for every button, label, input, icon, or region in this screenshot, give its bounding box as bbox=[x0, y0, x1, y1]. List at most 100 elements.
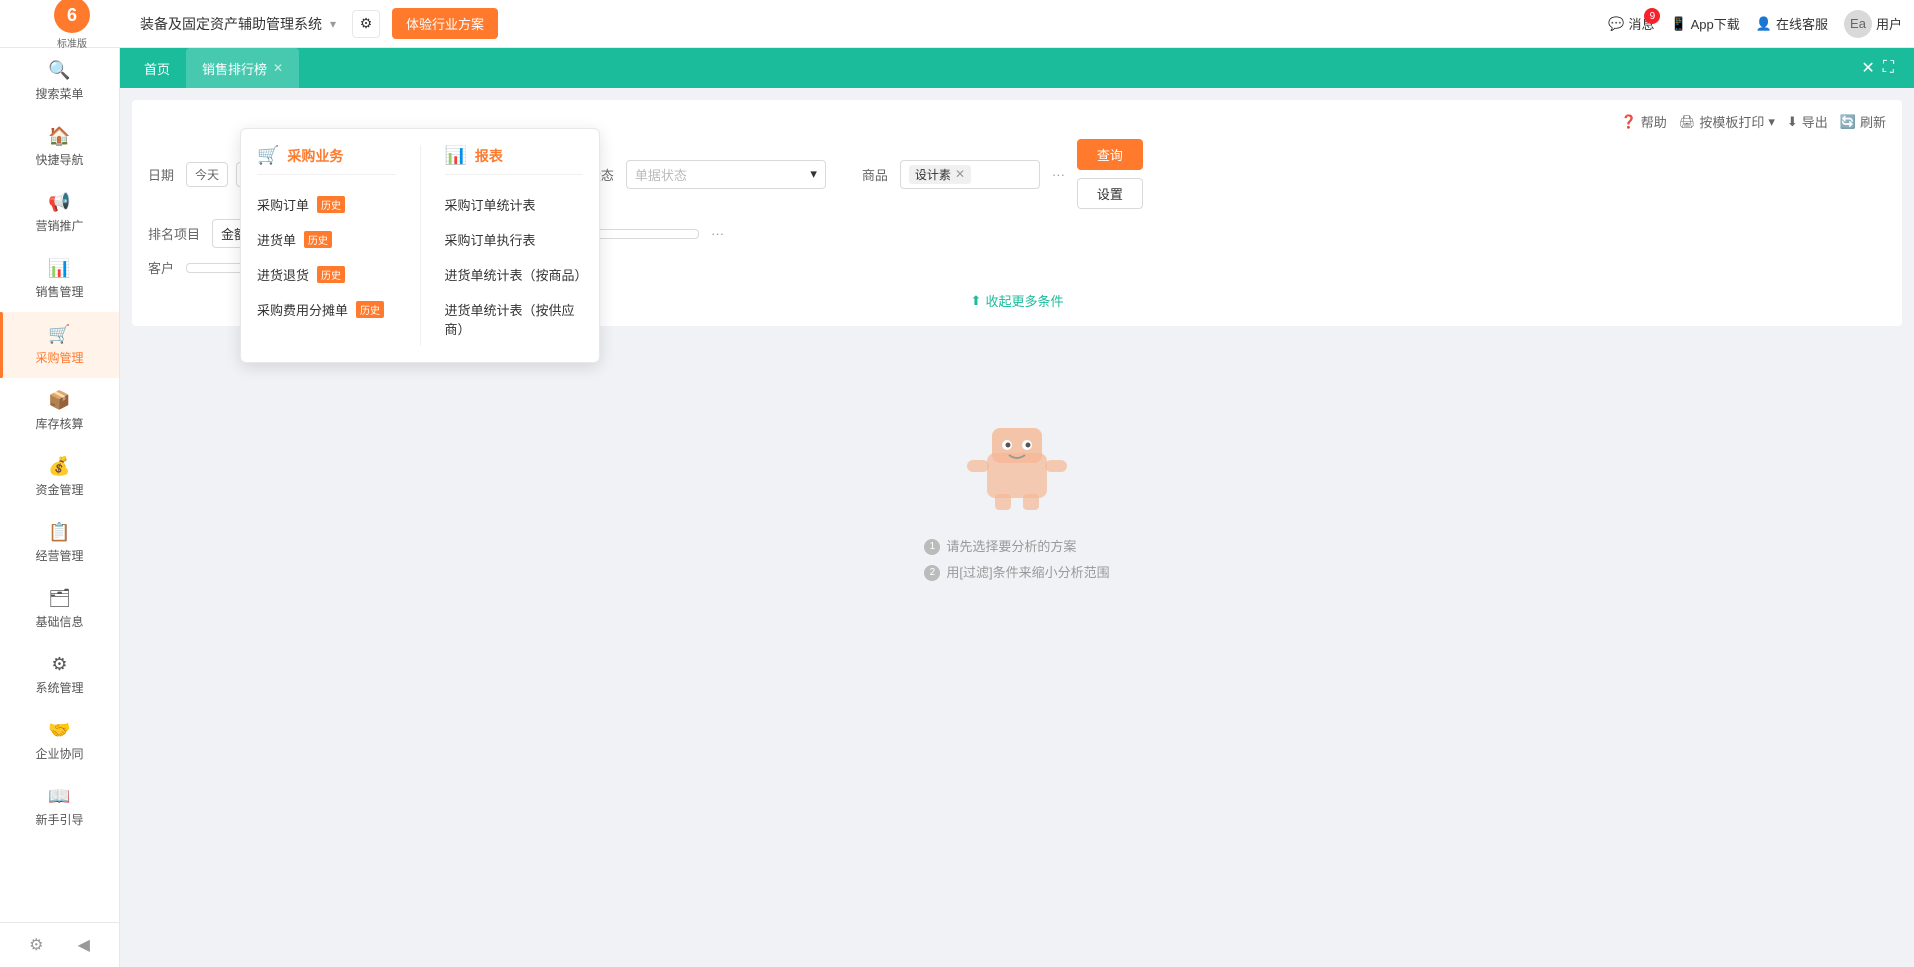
cooperation-icon: 🤝 bbox=[48, 720, 70, 741]
print-btn[interactable]: 🖨 按模板打印 ▾ bbox=[1679, 112, 1775, 131]
business-column-header: 🛒 采购业务 bbox=[257, 145, 396, 175]
industry-btn[interactable]: 体验行业方案 bbox=[392, 8, 498, 39]
product-tag: 设计素 ✕ bbox=[909, 165, 971, 184]
collapse-up-icon: ⬆ bbox=[971, 293, 982, 309]
menu-item-purchase-order[interactable]: 采购订单 历史 bbox=[257, 187, 396, 222]
menu-item-return[interactable]: 进货退货 历史 bbox=[257, 257, 396, 292]
return-label: 进货退货 bbox=[257, 265, 309, 284]
sidebar-item-sales[interactable]: 📊 销售管理 bbox=[0, 246, 119, 312]
sidebar-item-marketing[interactable]: 📢 营销推广 bbox=[0, 180, 119, 246]
settings-btn[interactable]: 设置 bbox=[1077, 178, 1143, 209]
return-badge: 历史 bbox=[317, 266, 345, 283]
sidebar-item-guide[interactable]: 📖 新手引导 bbox=[0, 774, 119, 840]
sidebar-item-label-finance: 资金管理 bbox=[35, 481, 83, 498]
tab-expand-btn[interactable]: ⛶ bbox=[1883, 59, 1894, 77]
sidebar-item-finance[interactable]: 💰 资金管理 bbox=[0, 444, 119, 510]
incoming-badge: 历史 bbox=[304, 231, 332, 248]
sidebar-item-label-system: 系统管理 bbox=[35, 679, 83, 696]
empty-illustration bbox=[957, 418, 1077, 518]
purchase-order-badge: 历史 bbox=[317, 196, 345, 213]
sidebar-item-basic-info[interactable]: 🗂 基础信息 bbox=[0, 576, 119, 642]
logo-area: 6 标准版 bbox=[12, 0, 132, 50]
business-column-icon: 🛒 bbox=[257, 145, 279, 166]
sidebar-item-cooperation[interactable]: 🤝 企业协同 bbox=[0, 708, 119, 774]
product-input[interactable]: 设计素 ✕ bbox=[900, 160, 1040, 189]
sidebar-item-inventory[interactable]: 📦 库存核算 bbox=[0, 378, 119, 444]
tab-close-btn[interactable]: ✕ bbox=[1861, 58, 1874, 78]
online-service-btn[interactable]: 👤 在线客服 bbox=[1756, 14, 1828, 33]
system-title-text: 装备及固定资产辅助管理系统 bbox=[140, 14, 322, 34]
messages-btn[interactable]: 💬 消息 9 bbox=[1608, 14, 1654, 33]
menu-item-incoming[interactable]: 进货单 历史 bbox=[257, 222, 396, 257]
system-icon: ⚙ bbox=[51, 654, 67, 675]
sidebar-collapse-btn[interactable]: ◀ bbox=[78, 935, 90, 955]
menu-item-incoming-by-product[interactable]: 进货单统计表（按商品） bbox=[445, 257, 584, 292]
app-download-btn[interactable]: 📱 App下载 bbox=[1670, 14, 1739, 33]
content-area: 首页 销售排行榜 ✕ ✕ ⛶ bbox=[120, 48, 1914, 967]
menu-item-order-stats[interactable]: 采购订单统计表 bbox=[445, 187, 584, 222]
finance-icon: 💰 bbox=[48, 456, 70, 477]
basic-info-icon: 🗂 bbox=[48, 588, 71, 609]
doc-status-input[interactable]: 单据状态 ▾ bbox=[626, 160, 826, 189]
collapse-label: 收起更多条件 bbox=[985, 291, 1063, 310]
product-more-dots[interactable]: ··· bbox=[1052, 167, 1065, 182]
system-title-area: 装备及固定资产辅助管理系统 ▾ ⚙ bbox=[140, 10, 380, 38]
sidebar-item-operations[interactable]: 📋 经营管理 bbox=[0, 510, 119, 576]
print-dropdown-icon: ▾ bbox=[1768, 114, 1775, 130]
menu-item-order-exec[interactable]: 采购订单执行表 bbox=[445, 222, 584, 257]
help-icon: ❓ bbox=[1621, 114, 1637, 130]
tab-close-icon[interactable]: ✕ bbox=[273, 61, 283, 75]
sidebar-item-label-inventory: 库存核算 bbox=[35, 415, 83, 432]
date-btn-today[interactable]: 今天 bbox=[186, 162, 228, 187]
avatar: Ea bbox=[1844, 10, 1872, 38]
sidebar-settings-btn[interactable]: ⚙ bbox=[29, 935, 43, 955]
export-icon: ⬇ bbox=[1787, 114, 1798, 130]
sidebar-item-quick-nav[interactable]: 🏠 快捷导航 bbox=[0, 114, 119, 180]
menu-item-expense[interactable]: 采购费用分摊单 历史 bbox=[257, 292, 396, 327]
tab-home-label: 首页 bbox=[144, 59, 170, 78]
product-tag-close[interactable]: ✕ bbox=[955, 167, 965, 181]
system-dropdown-arrow[interactable]: ▾ bbox=[330, 17, 336, 31]
export-btn[interactable]: ⬇ 导出 bbox=[1787, 112, 1828, 131]
hint-dot-1: 1 bbox=[924, 539, 940, 555]
sidebar-item-system[interactable]: ⚙ 系统管理 bbox=[0, 642, 119, 708]
sidebar-item-label-quick-nav: 快捷导航 bbox=[35, 151, 83, 168]
business-column-title: 采购业务 bbox=[287, 146, 343, 166]
date-label: 日期 bbox=[148, 165, 174, 184]
sidebar-bottom: ⚙ ◀ bbox=[0, 922, 119, 967]
online-service-label: 在线客服 bbox=[1776, 14, 1828, 33]
sidebar-item-purchase[interactable]: 🛒 采购管理 bbox=[0, 312, 119, 378]
order-stats-label: 采购订单统计表 bbox=[445, 195, 536, 214]
sidebar: 🔍 搜索菜单 🏠 快捷导航 📢 营销推广 📊 销售管理 🛒 采购管理 📦 bbox=[0, 48, 120, 967]
sidebar-item-label-cooperation: 企业协同 bbox=[35, 745, 83, 762]
report-column-icon: 📊 bbox=[445, 145, 467, 166]
purchase-dropdown-menu: 🛒 采购业务 采购订单 历史 进货单 历史 进货退货 历史 bbox=[240, 128, 600, 363]
tab-sales-rank[interactable]: 销售排行榜 ✕ bbox=[186, 48, 299, 88]
settings-icon-btn[interactable]: ⚙ bbox=[352, 10, 380, 38]
user-btn[interactable]: Ea 用户 bbox=[1844, 10, 1902, 38]
empty-hint-1: 1 请先选择要分析的方案 bbox=[924, 534, 1109, 560]
top-bar: 6 标准版 装备及固定资产辅助管理系统 ▾ ⚙ 体验行业方案 💬 消息 9 📱 … bbox=[0, 0, 1914, 48]
purchase-icon: 🛒 bbox=[48, 324, 70, 345]
salesperson-more-dots[interactable]: ··· bbox=[711, 226, 724, 241]
refresh-label: 刷新 bbox=[1860, 112, 1886, 131]
sidebar-item-label-basic-info: 基础信息 bbox=[35, 613, 83, 630]
business-column: 🛒 采购业务 采购订单 历史 进货单 历史 进货退货 历史 bbox=[257, 145, 396, 346]
help-btn[interactable]: ❓ 帮助 bbox=[1621, 112, 1667, 131]
customer-label: 客户 bbox=[148, 258, 174, 277]
expense-label: 采购费用分摊单 bbox=[257, 300, 348, 319]
product-label: 商品 bbox=[862, 165, 888, 184]
purchase-order-label: 采购订单 bbox=[257, 195, 309, 214]
inventory-icon: 📦 bbox=[48, 390, 70, 411]
incoming-by-product-label: 进货单统计表（按商品） bbox=[445, 265, 584, 284]
query-btn[interactable]: 查询 bbox=[1077, 139, 1143, 170]
sales-icon: 📊 bbox=[48, 258, 70, 279]
incoming-by-supplier-label: 进货单统计表（按供应商） bbox=[445, 300, 584, 338]
tab-home[interactable]: 首页 bbox=[128, 48, 186, 88]
refresh-btn[interactable]: 🔄 刷新 bbox=[1840, 112, 1886, 131]
sidebar-item-search[interactable]: 🔍 搜索菜单 bbox=[0, 48, 119, 114]
hint-dot-2: 2 bbox=[924, 565, 940, 581]
menu-item-incoming-by-supplier[interactable]: 进货单统计表（按供应商） bbox=[445, 292, 584, 346]
order-exec-label: 采购订单执行表 bbox=[445, 230, 536, 249]
empty-state: 1 请先选择要分析的方案 2 用[过滤]条件来缩小分析范围 bbox=[132, 338, 1902, 666]
